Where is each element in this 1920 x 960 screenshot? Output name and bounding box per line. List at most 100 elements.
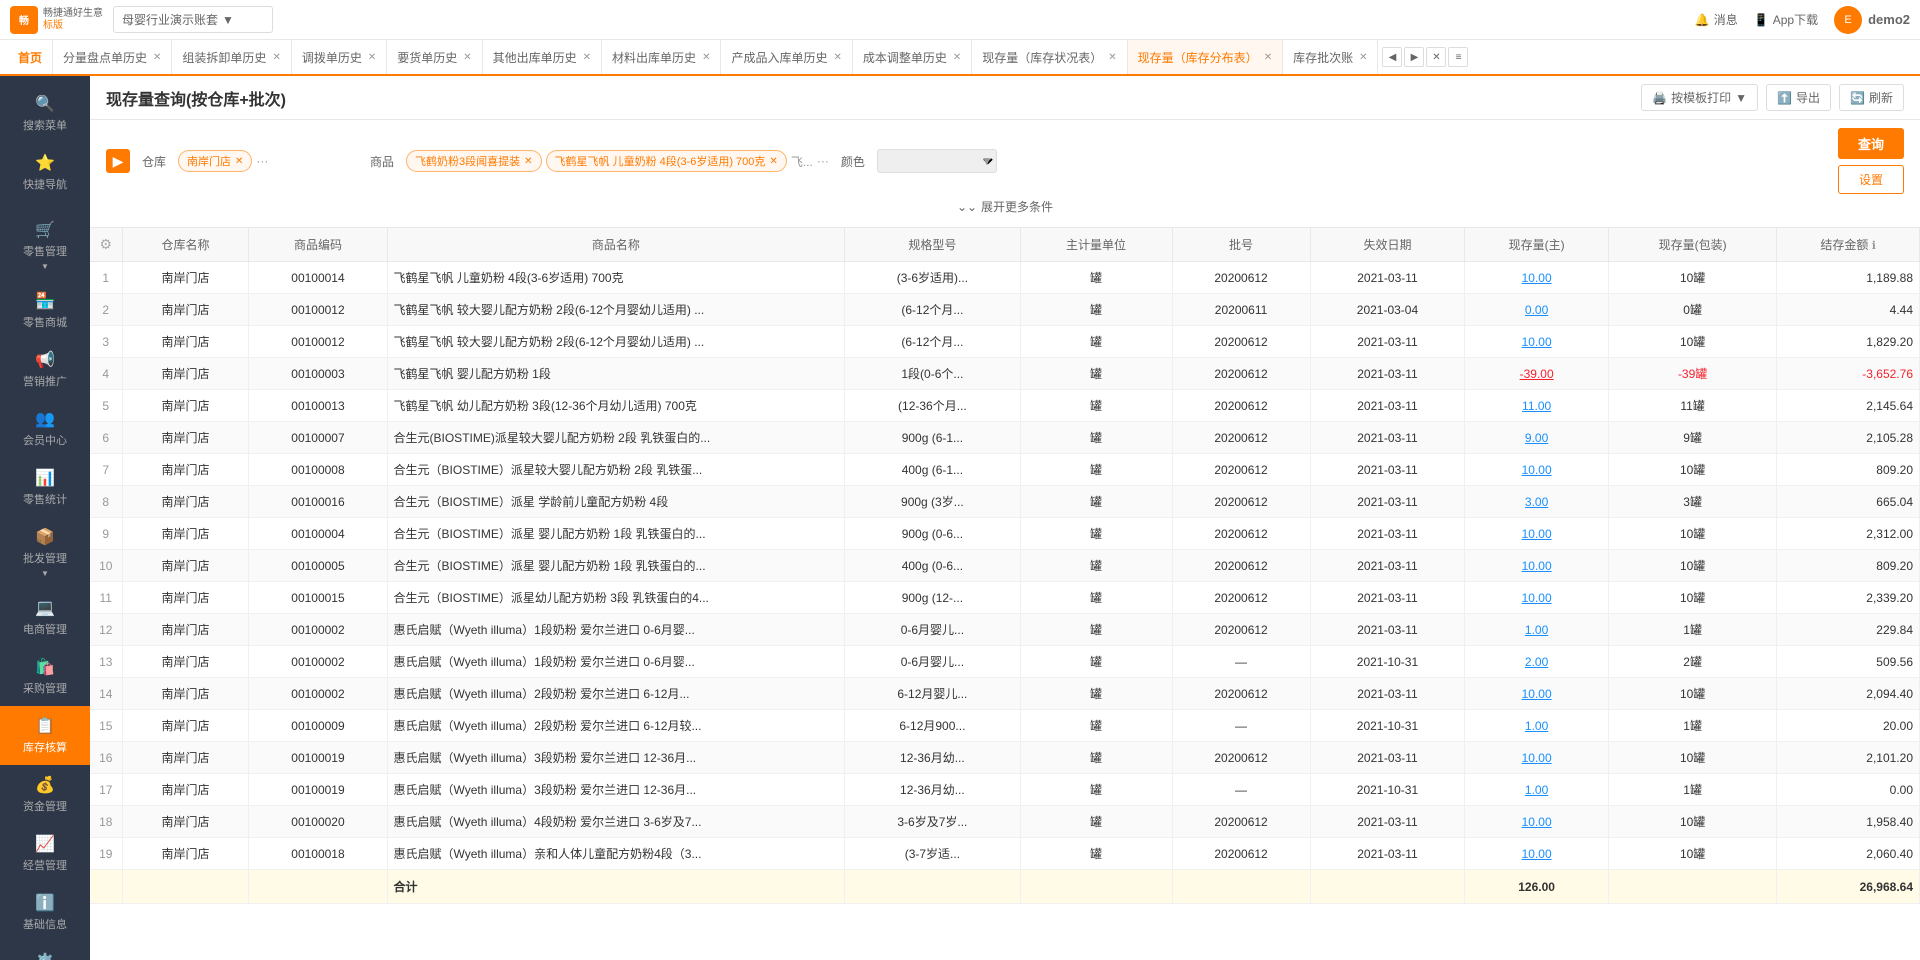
product-more-dots[interactable]: ··· bbox=[817, 154, 829, 168]
tab-5[interactable]: 其他出库单历史 ✕ bbox=[483, 40, 602, 75]
export-btn[interactable]: ⬆️ 导出 bbox=[1766, 84, 1831, 111]
tab-menu-btn[interactable]: ≡ bbox=[1448, 47, 1468, 67]
cell-qty-main[interactable]: 0.00 bbox=[1465, 294, 1609, 326]
tab-close-all-btn[interactable]: ✕ bbox=[1426, 47, 1446, 67]
settings-icon[interactable]: ⚙ bbox=[99, 236, 112, 252]
industry-selector[interactable]: 母婴行业演示账套 ▼ bbox=[113, 6, 273, 33]
cell-expiry: 2021-03-11 bbox=[1310, 262, 1465, 294]
tab-home[interactable]: 首页 bbox=[8, 40, 53, 75]
cell-qty-main[interactable]: 10.00 bbox=[1465, 582, 1609, 614]
app-download-btn[interactable]: 📱 App下载 bbox=[1754, 11, 1818, 28]
sidebar-item-finance[interactable]: 💰 资金管理 bbox=[0, 765, 90, 824]
tab-close-11[interactable]: ✕ bbox=[1359, 52, 1367, 63]
tab-close-7[interactable]: ✕ bbox=[833, 52, 841, 63]
cell-qty-main[interactable]: 1.00 bbox=[1465, 774, 1609, 806]
cell-expiry: 2021-03-11 bbox=[1310, 518, 1465, 550]
cell-qty-main[interactable]: 10.00 bbox=[1465, 550, 1609, 582]
cell-balance: 2,105.28 bbox=[1777, 422, 1920, 454]
tab-9[interactable]: 现存量（库存状况表） ✕ bbox=[972, 40, 1127, 75]
chart-icon: 📊 bbox=[35, 468, 55, 488]
cell-spec: (3-6岁适用)... bbox=[845, 262, 1020, 294]
messages-btn[interactable]: 🔔 消息 bbox=[1695, 11, 1738, 28]
cell-qty-main[interactable]: 1.00 bbox=[1465, 614, 1609, 646]
cell-qty-main[interactable]: 10.00 bbox=[1465, 742, 1609, 774]
tab-close-3[interactable]: ✕ bbox=[368, 52, 376, 63]
tab-11[interactable]: 库存批次账 ✕ bbox=[1283, 40, 1378, 75]
tab-8[interactable]: 成本调整单历史 ✕ bbox=[853, 40, 972, 75]
tab-close-4[interactable]: ✕ bbox=[463, 52, 471, 63]
product-tag-2-close[interactable]: ✕ bbox=[769, 156, 777, 167]
tab-next-btn[interactable]: ▶ bbox=[1404, 47, 1424, 67]
cell-qty-main[interactable]: 10.00 bbox=[1465, 326, 1609, 358]
tab-close-10[interactable]: ✕ bbox=[1264, 52, 1272, 63]
cell-qty-main[interactable]: 3.00 bbox=[1465, 486, 1609, 518]
cell-qty-main[interactable]: 11.00 bbox=[1465, 390, 1609, 422]
cell-no: 13 bbox=[90, 646, 122, 678]
refresh-btn[interactable]: 🔄 刷新 bbox=[1839, 84, 1904, 111]
cell-unit: 罐 bbox=[1020, 710, 1172, 742]
product-tag-2[interactable]: 飞鹤星飞帆 儿童奶粉 4段(3-6岁适用) 700克 ✕ bbox=[546, 150, 787, 172]
tab-3[interactable]: 调拨单历史 ✕ bbox=[292, 40, 387, 75]
sidebar-item-retail-stats[interactable]: 📊 零售统计 bbox=[0, 458, 90, 517]
print-btn[interactable]: 🖨️ 按模板打印 ▼ bbox=[1641, 84, 1758, 111]
tab-10[interactable]: 现存量（库存分布表） ✕ bbox=[1128, 40, 1283, 75]
cell-qty-main[interactable]: 10.00 bbox=[1465, 678, 1609, 710]
sidebar-item-inventory[interactable]: 📋 库存核算 bbox=[0, 706, 90, 765]
sidebar-item-operations[interactable]: 📈 经营管理 bbox=[0, 824, 90, 883]
tab-6[interactable]: 材料出库单历史 ✕ bbox=[602, 40, 721, 75]
cell-no: 7 bbox=[90, 454, 122, 486]
cell-qty-main[interactable]: 10.00 bbox=[1465, 454, 1609, 486]
cell-qty-main[interactable]: 10.00 bbox=[1465, 838, 1609, 870]
sidebar-item-wholesale[interactable]: 📦 批发管理 ▼ bbox=[0, 517, 90, 588]
cell-expiry: 2021-03-11 bbox=[1310, 838, 1465, 870]
sidebar-item-base[interactable]: ℹ️ 基础信息 bbox=[0, 883, 90, 942]
refresh-icon: 🔄 bbox=[1850, 91, 1865, 105]
sidebar-item-marketing[interactable]: 📢 营销推广 bbox=[0, 340, 90, 399]
warehouse-tag[interactable]: 南岸门店 ✕ bbox=[178, 150, 252, 172]
chevron-down-icon-expand: ⌄⌄ bbox=[957, 200, 977, 214]
warehouse-more[interactable]: ··· bbox=[256, 154, 268, 168]
cell-qty-main[interactable]: -39.00 bbox=[1465, 358, 1609, 390]
tab-close-5[interactable]: ✕ bbox=[583, 52, 591, 63]
tab-close-6[interactable]: ✕ bbox=[702, 52, 710, 63]
tab-close-9[interactable]: ✕ bbox=[1108, 52, 1116, 63]
col-balance: 结存金额 ℹ bbox=[1777, 228, 1920, 262]
product-more[interactable]: 飞... bbox=[791, 153, 813, 170]
settings-btn[interactable]: 设置 bbox=[1838, 165, 1904, 194]
product-tag-1-close[interactable]: ✕ bbox=[524, 156, 532, 167]
color-select[interactable] bbox=[877, 149, 997, 173]
tab-2[interactable]: 组装拆卸单历史 ✕ bbox=[172, 40, 291, 75]
tab-close-2[interactable]: ✕ bbox=[272, 52, 280, 63]
tab-1[interactable]: 分量盘点单历史 ✕ bbox=[53, 40, 172, 75]
cell-qty-main[interactable]: 10.00 bbox=[1465, 806, 1609, 838]
cell-warehouse: 南岸门店 bbox=[122, 262, 249, 294]
tab-prev-btn[interactable]: ◀ bbox=[1382, 47, 1402, 67]
sidebar-item-retail[interactable]: 🛒 零售管理 ▼ bbox=[0, 210, 90, 281]
expand-more-btn[interactable]: ⌄⌄ 展开更多条件 bbox=[106, 198, 1904, 215]
cell-qty-main[interactable]: 10.00 bbox=[1465, 518, 1609, 550]
warehouse-tag-close[interactable]: ✕ bbox=[235, 156, 243, 167]
cell-qty-main[interactable]: 2.00 bbox=[1465, 646, 1609, 678]
cell-qty-main[interactable]: 10.00 bbox=[1465, 262, 1609, 294]
sidebar-item-purchase[interactable]: 🛍️ 采购管理 bbox=[0, 647, 90, 706]
sidebar-item-ecommerce[interactable]: 💻 电商管理 bbox=[0, 588, 90, 647]
cell-qty-main[interactable]: 9.00 bbox=[1465, 422, 1609, 454]
user-area[interactable]: E demo2 bbox=[1834, 6, 1910, 34]
product-tag-1[interactable]: 飞鹤奶粉3段闻喜提装 ✕ bbox=[406, 150, 542, 172]
query-btn[interactable]: 查询 bbox=[1838, 128, 1904, 159]
sidebar-item-search[interactable]: 🔍 搜索菜单 bbox=[0, 84, 90, 143]
tab-7[interactable]: 产成品入库单历史 ✕ bbox=[721, 40, 852, 75]
color-filter-label: 颜色 bbox=[841, 153, 865, 170]
tab-4[interactable]: 要货单历史 ✕ bbox=[387, 40, 482, 75]
filter-toggle-btn[interactable]: ▶ bbox=[106, 149, 130, 173]
cell-warehouse: 南岸门店 bbox=[122, 294, 249, 326]
cell-qty-main[interactable]: 1.00 bbox=[1465, 710, 1609, 742]
tab-close-1[interactable]: ✕ bbox=[153, 52, 161, 63]
tab-close-8[interactable]: ✕ bbox=[953, 52, 961, 63]
cell-spec: 0-6月婴儿... bbox=[845, 614, 1020, 646]
sidebar-item-nav[interactable]: ⭐ 快捷导航 bbox=[0, 143, 90, 202]
sidebar-item-shop[interactable]: 🏪 零售商城 bbox=[0, 281, 90, 340]
col-settings[interactable]: ⚙ bbox=[90, 228, 122, 262]
sidebar-item-system[interactable]: ⚙️ 系统管理 bbox=[0, 942, 90, 960]
sidebar-item-member[interactable]: 👥 会员中心 bbox=[0, 399, 90, 458]
